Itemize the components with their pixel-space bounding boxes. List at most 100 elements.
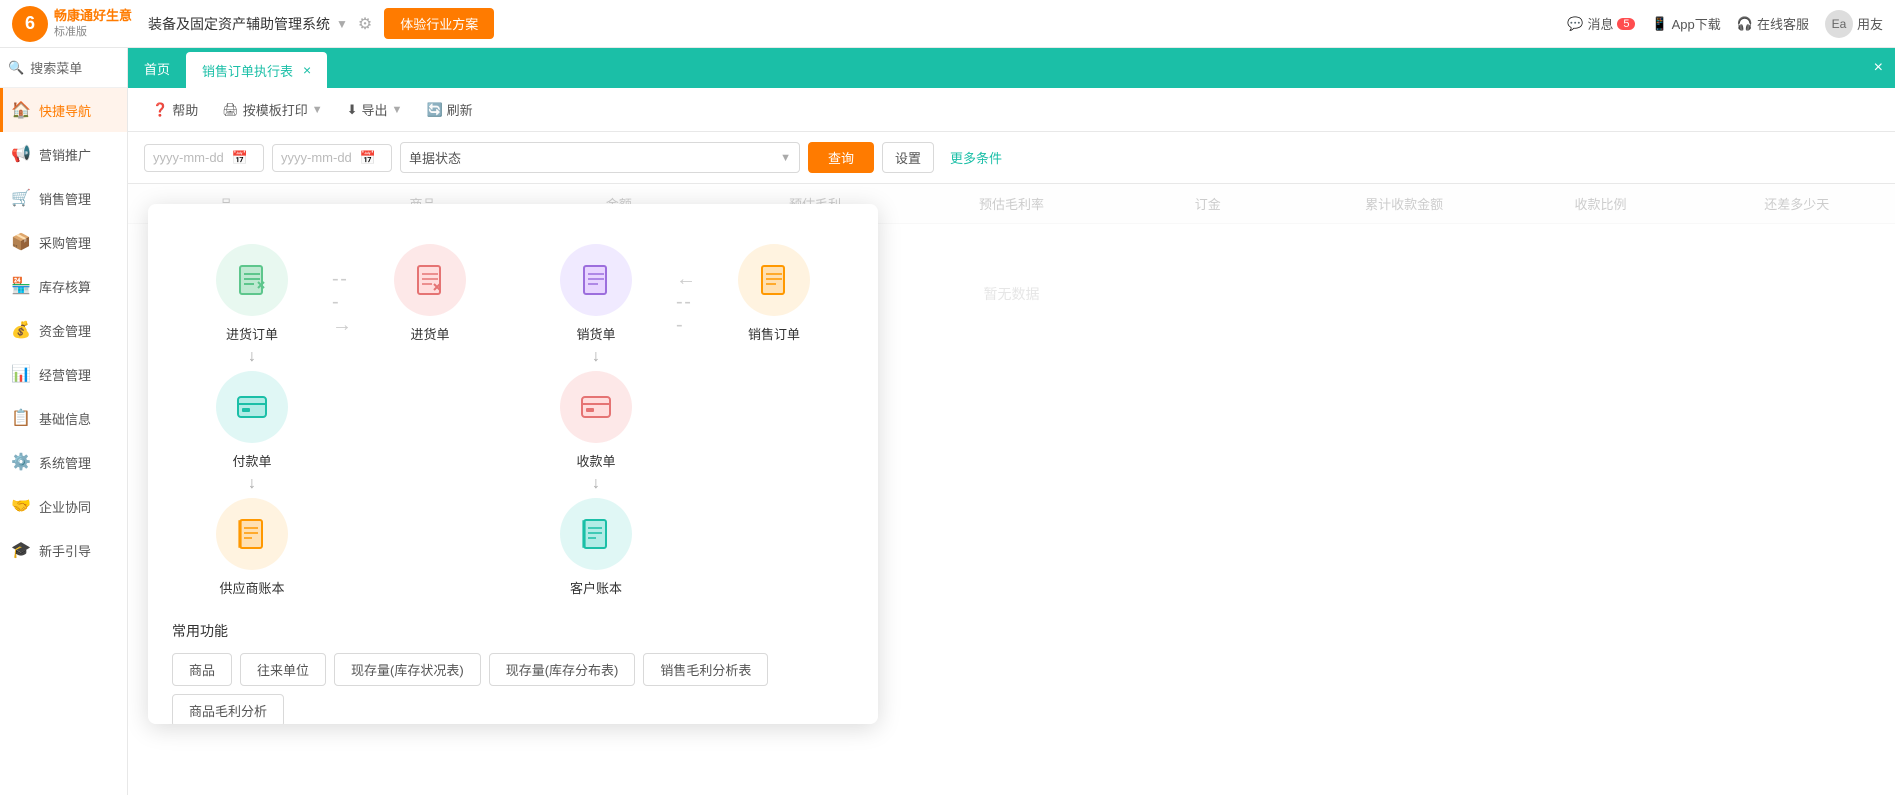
flow-node-purchase-bill[interactable]: 进货单 [350,244,510,343]
arrow-down-3: ↓ [592,347,600,367]
sidebar-item-basic[interactable]: 📋 基础信息 [0,396,127,440]
modal-overlay: 进货订单 ↓ 付款单 ↓ [128,184,1895,795]
sidebar-item-sales[interactable]: 🛒 销售管理 [0,176,127,220]
close-all-tabs-icon[interactable]: × [1874,59,1895,77]
customer-ledger-icon [560,498,632,570]
system-dropdown-icon[interactable]: ▼ [336,17,348,31]
h-arrow-1: - - - → [332,244,350,337]
search-icon: 🔍 [8,60,24,76]
flow-col-left: 进货订单 ↓ 付款单 ↓ [172,244,332,597]
flow-node-purchase-order[interactable]: 进货订单 [172,244,332,343]
content-area: 首页 销售订单执行表 × × ❓ 帮助 🖨 按模板打印 ▼ [128,48,1895,795]
query-btn[interactable]: 查询 [808,142,874,173]
sidebar-item-inventory[interactable]: 🏪 库存核算 [0,264,127,308]
arrow-down-4: ↓ [592,474,600,494]
help-label: 帮助 [172,100,198,119]
logo-icon: 6 [12,6,48,42]
status-dropdown-icon: ▼ [780,152,791,164]
sidebar-item-label: 销售管理 [39,189,91,208]
sidebar-item-label: 采购管理 [39,233,91,252]
app-container: 6 畅康通好生意 标准版 装备及固定资产辅助管理系统 ▼ ⚙ 体验行业方案 💬 … [0,0,1895,795]
date-placeholder: yyyy-mm-dd [153,150,224,165]
tab-close-icon[interactable]: × [303,62,311,78]
flow-node-receipt[interactable]: 收款单 [516,371,676,470]
system-title-text: 装备及固定资产辅助管理系统 [148,14,330,34]
flow-node-sales-bill[interactable]: 销货单 [516,244,676,343]
payment-label: 付款单 [232,451,271,470]
btn-partner[interactable]: 往来单位 [240,653,326,686]
btn-product-profit[interactable]: 商品毛利分析 [172,694,284,724]
sidebar-item-finance[interactable]: 💰 资金管理 [0,308,127,352]
purchase-order-icon [216,244,288,316]
btn-inventory-status[interactable]: 现存量(库存状况表) [334,653,481,686]
main-area: 🔍 搜索菜单 🏠 快捷导航 📢 营销推广 🛒 销售管理 📦 采购管理 🏪 [0,48,1895,795]
flow-node-payment[interactable]: 付款单 [172,371,332,470]
phone-icon: 📱 [1651,16,1667,32]
sidebar-item-label: 经营管理 [39,365,91,384]
table-container: 品 商品 金额 预估毛利 预估毛利率 订金 累计收款金额 收款比例 还差多少天 … [128,184,1895,795]
export-label: 导出 [362,100,388,119]
top-bar: 6 畅康通好生意 标准版 装备及固定资产辅助管理系统 ▼ ⚙ 体验行业方案 💬 … [0,0,1895,48]
sidebar-item-quick-nav[interactable]: 🏠 快捷导航 [0,88,127,132]
more-conditions-btn[interactable]: 更多条件 [942,144,1010,171]
status-select[interactable]: 单据状态 ▼ [400,142,800,173]
app-download-item[interactable]: 📱 App下载 [1651,14,1720,33]
date-input-end[interactable]: yyyy-mm-dd 📅 [272,144,392,172]
purchase-icon: 📦 [11,232,31,252]
message-item[interactable]: 💬 消息 5 [1567,14,1635,33]
system-title: 装备及固定资产辅助管理系统 ▼ ⚙ [148,14,372,34]
purchase-bill-icon [394,244,466,316]
content-toolbar: ❓ 帮助 🖨 按模板打印 ▼ ⬇ 导出 ▼ 🔄 刷新 [128,88,1895,132]
flow-node-supplier-ledger[interactable]: 供应商账本 [172,498,332,597]
avatar: Ea [1825,10,1853,38]
sales-bill-icon [560,244,632,316]
settings-btn[interactable]: 设置 [882,142,934,173]
sidebar-item-label: 营销推广 [39,145,91,164]
experience-btn[interactable]: 体验行业方案 [384,8,494,39]
export-btn[interactable]: ⬇ 导出 ▼ [339,96,411,123]
sidebar-item-enterprise[interactable]: 🤝 企业协同 [0,484,127,528]
message-label: 消息 [1587,14,1613,33]
sales-order-icon [738,244,810,316]
date-input[interactable]: yyyy-mm-dd 📅 [144,144,264,172]
sidebar-item-operations[interactable]: 📊 经营管理 [0,352,127,396]
sidebar-item-marketing[interactable]: 📢 营销推广 [0,132,127,176]
btn-inventory-distribution[interactable]: 现存量(库存分布表) [489,653,636,686]
tab-sales-order[interactable]: 销售订单执行表 × [186,52,327,88]
sidebar-item-label: 库存核算 [39,277,91,296]
logo-text: 畅康通好生意 标准版 [54,8,132,39]
sidebar-item-newbie[interactable]: 🎓 新手引导 [0,528,127,572]
common-section: 常用功能 商品 往来单位 现存量(库存状况表) 现存量(库存分布表) 销售毛利分… [172,613,854,724]
purchase-order-label: 进货订单 [226,324,278,343]
sidebar-item-label: 新手引导 [39,541,91,560]
common-functions-title: 常用功能 [172,621,854,641]
tab-home[interactable]: 首页 [128,48,186,88]
flow-node-customer-ledger[interactable]: 客户账本 [516,498,676,597]
enterprise-icon: 🤝 [11,496,31,516]
finance-icon: 💰 [11,320,31,340]
flow-node-sales-order[interactable]: 销售订单 [694,244,854,343]
supplier-ledger-label: 供应商账本 [219,578,284,597]
sidebar-item-system[interactable]: ⚙️ 系统管理 [0,440,127,484]
online-service-item[interactable]: 🎧 在线客服 [1737,14,1809,33]
refresh-icon: 🔄 [426,102,442,118]
common-buttons-row1: 商品 往来单位 现存量(库存状况表) 现存量(库存分布表) 销售毛利分析表 商品… [172,653,854,724]
user-item[interactable]: Ea 用友 [1825,10,1883,38]
tab-home-label: 首页 [144,59,170,78]
btn-product[interactable]: 商品 [172,653,232,686]
refresh-btn[interactable]: 🔄 刷新 [418,96,480,123]
top-right: 💬 消息 5 📱 App下载 🎧 在线客服 Ea 用友 [1567,10,1883,38]
question-icon: ❓ [152,102,168,118]
quick-nav-modal: 进货订单 ↓ 付款单 ↓ [148,204,878,724]
message-badge: 5 [1617,18,1635,30]
help-btn[interactable]: ❓ 帮助 [144,96,206,123]
sidebar-search[interactable]: 🔍 搜索菜单 [0,48,127,88]
sidebar-item-purchase[interactable]: 📦 采购管理 [0,220,127,264]
sidebar-item-label: 系统管理 [39,453,91,472]
logo-line1: 畅康通好生意 [54,8,132,25]
calendar-end-icon: 📅 [360,150,376,166]
template-print-btn[interactable]: 🖨 按模板打印 ▼ [214,96,330,123]
online-service-label: 在线客服 [1757,14,1809,33]
btn-sales-profit[interactable]: 销售毛利分析表 [643,653,768,686]
gear-icon[interactable]: ⚙ [358,14,372,34]
